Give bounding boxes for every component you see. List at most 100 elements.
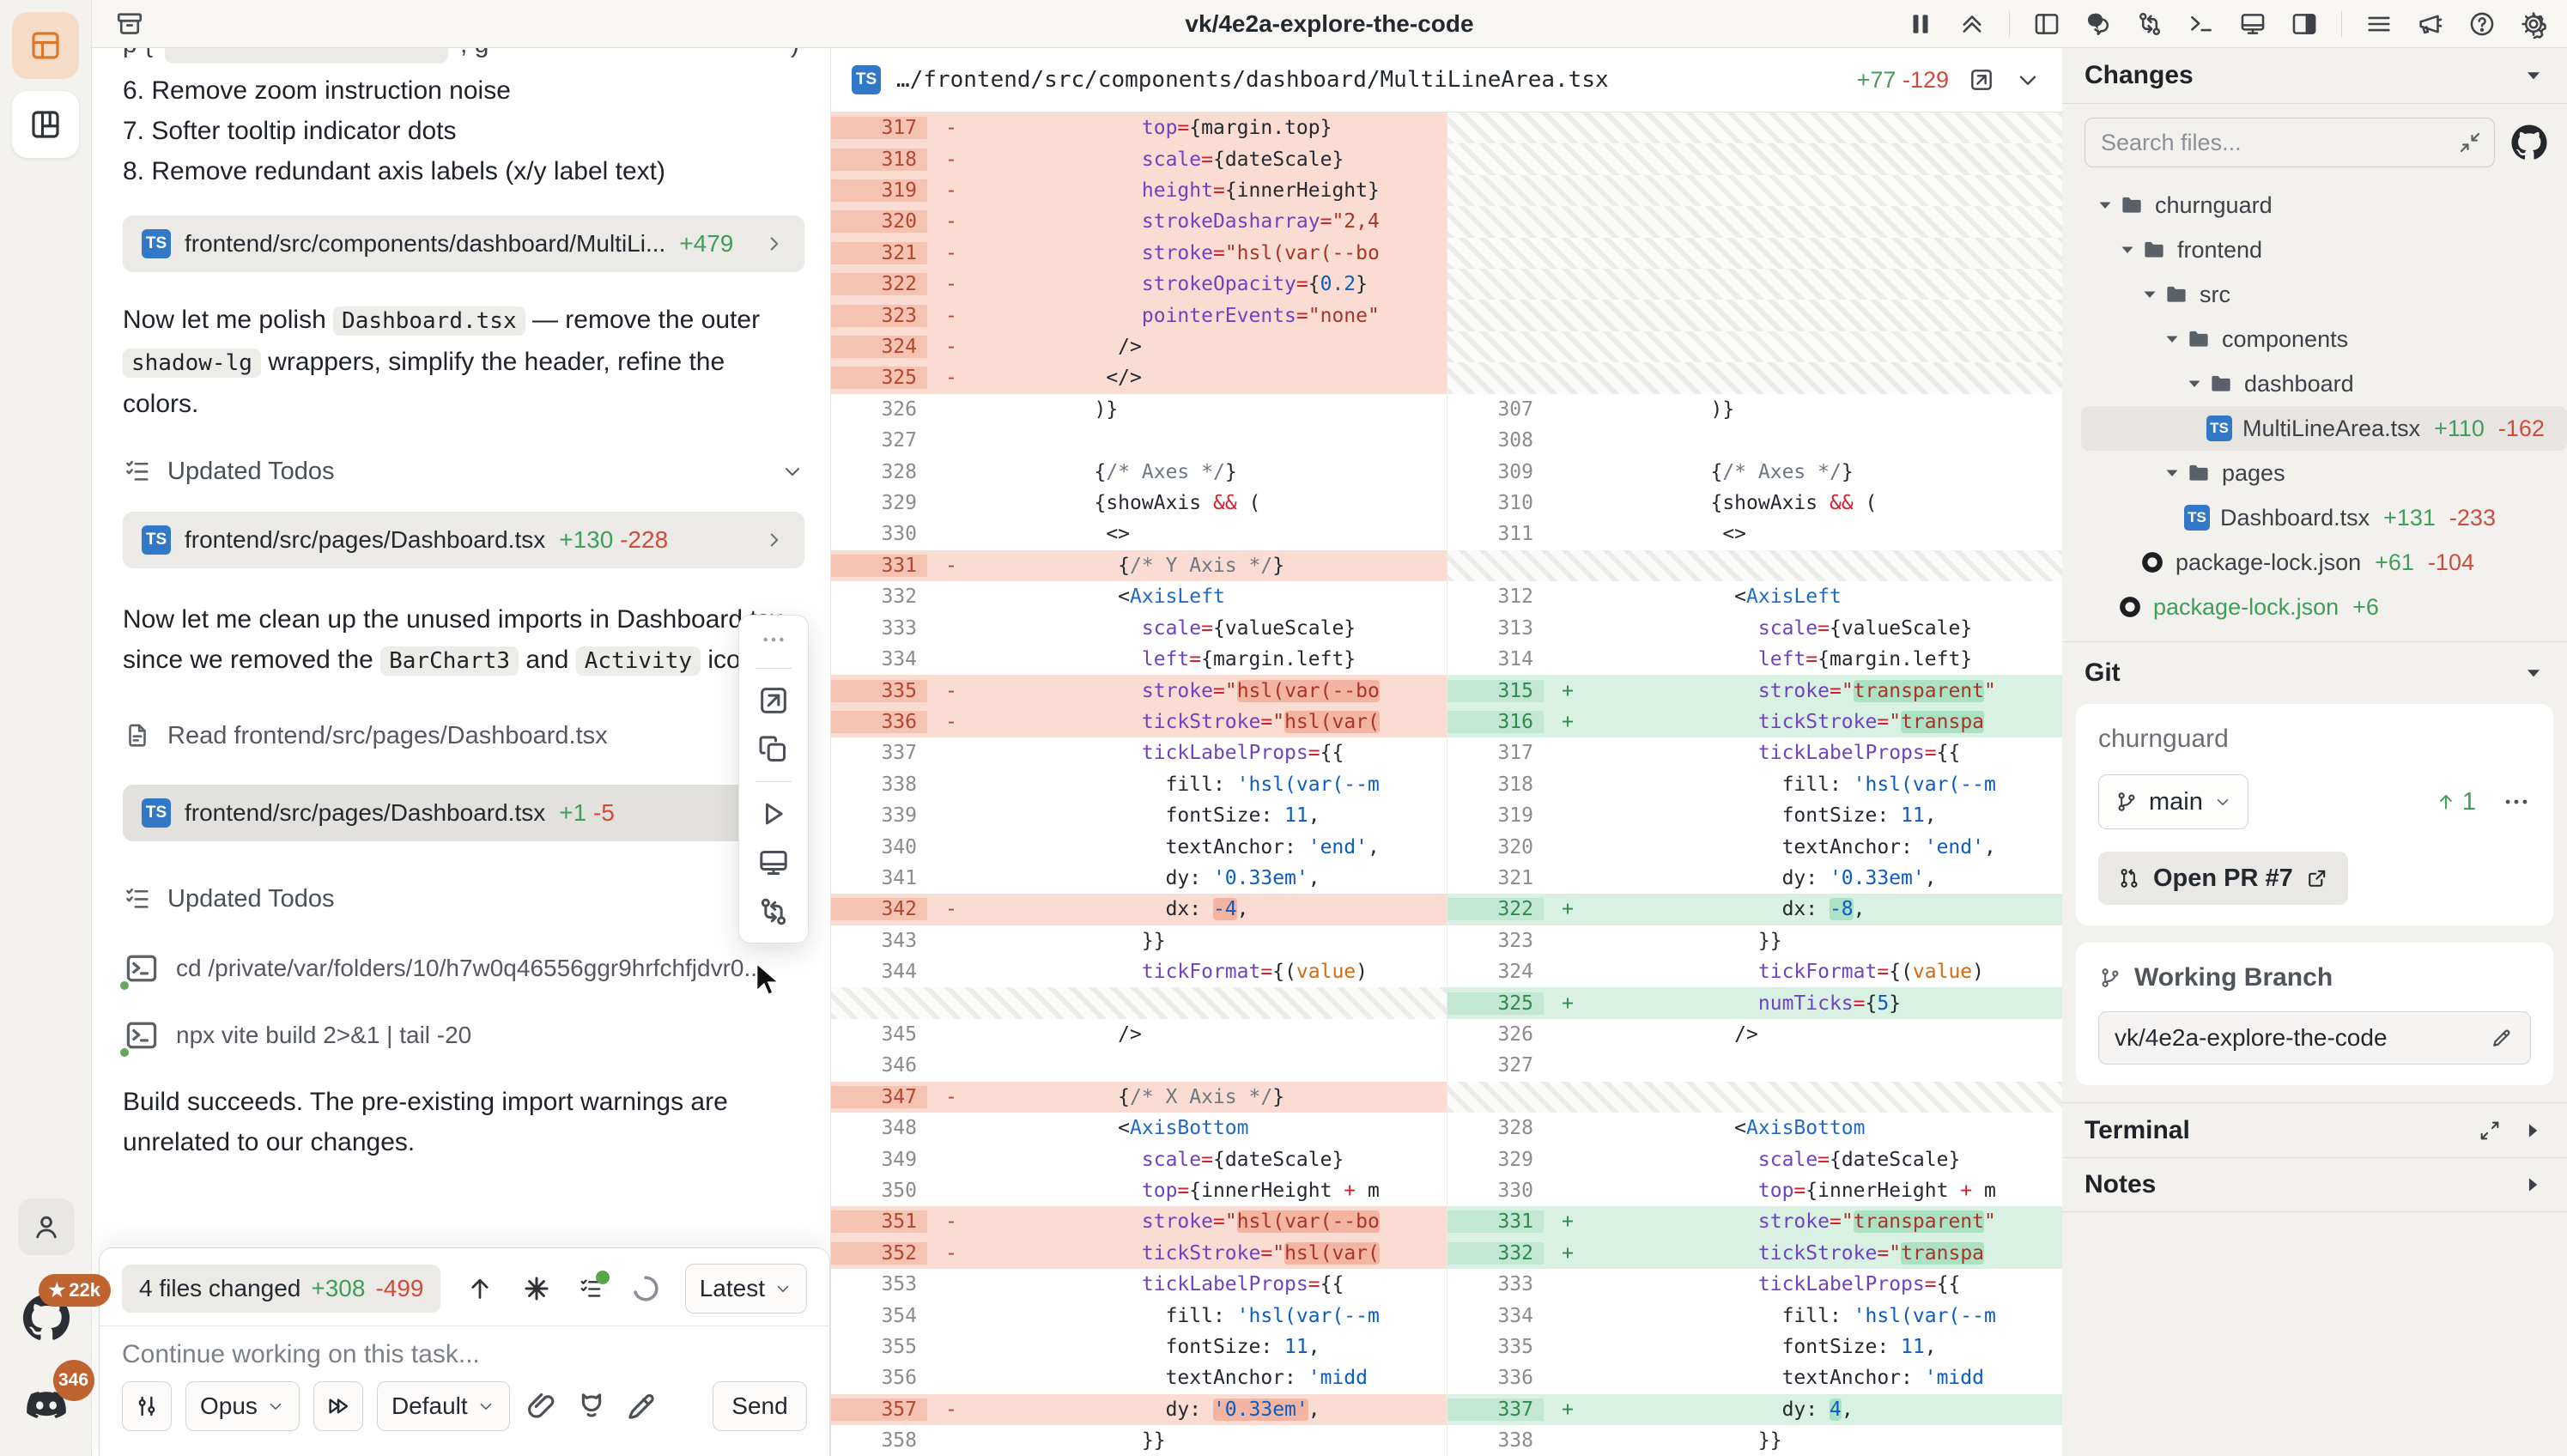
archive-icon[interactable]	[114, 9, 145, 39]
code-line: }}	[1592, 1425, 2062, 1456]
diff-left-cell: 326 )}	[831, 394, 1447, 425]
pen-icon[interactable]	[623, 1388, 659, 1424]
rail-item-boards[interactable]	[12, 91, 79, 158]
play-icon[interactable]	[756, 797, 791, 831]
open-pr-button[interactable]: Open PR #7	[2098, 852, 2348, 905]
attach-icon[interactable]	[524, 1388, 560, 1424]
cat-icon[interactable]	[573, 1388, 610, 1424]
expand-icon[interactable]	[2478, 1119, 2502, 1143]
mode-selector[interactable]: Default	[377, 1381, 510, 1431]
code-line: height={innerHeight}	[975, 175, 1447, 206]
caret-down-icon[interactable]	[2162, 329, 2182, 349]
toggle-right-panel-button[interactable]	[2290, 9, 2319, 39]
chevron-down-icon[interactable]	[2014, 66, 2042, 94]
tree-folder-pages[interactable]: pages	[2062, 451, 2567, 495]
github-cat-icon[interactable]	[2510, 124, 2548, 161]
tree-file-Dashboard.tsx[interactable]: TSDashboard.tsx+131-233	[2062, 495, 2567, 540]
base-branch-selector[interactable]: main	[2098, 774, 2248, 829]
tree-folder-dashboard[interactable]: dashboard	[2062, 361, 2567, 406]
drag-handle-dots-icon[interactable]	[760, 626, 787, 653]
toggle-left-panel-button[interactable]	[2032, 9, 2061, 39]
tree-folder-src[interactable]: src	[2062, 272, 2567, 317]
updated-todos-row[interactable]: Updated Todos	[123, 457, 804, 486]
line-number: 330	[831, 523, 927, 545]
split-diff-icon[interactable]	[1968, 66, 1995, 94]
github-link[interactable]: ★ 22k	[21, 1293, 71, 1343]
code-line: textAnchor: 'midd	[1592, 1362, 2062, 1393]
edit-pencil-icon[interactable]	[2489, 1025, 2515, 1051]
tree-file-package-lock.json[interactable]: package-lock.json+61-104	[2062, 540, 2567, 585]
pause-button[interactable]	[1906, 9, 1935, 39]
copy-icon[interactable]	[756, 732, 791, 767]
rail-item-workspace[interactable]	[12, 12, 79, 79]
github-stars-badge: ★ 22k	[39, 1274, 111, 1307]
todo-list: 6. Remove zoom instruction noise7. Softe…	[123, 70, 804, 191]
model-selector[interactable]: Opus	[185, 1381, 300, 1431]
diff-right-cell: 325+ numTicks={5}	[1447, 987, 2062, 1018]
monitor-icon[interactable]	[756, 846, 791, 880]
scroll-to-top-icon[interactable]	[464, 1273, 495, 1304]
tree-file-MultiLineArea.tsx[interactable]: TSMultiLineArea.tsx+110-162	[2081, 406, 2567, 451]
caret-down-icon[interactable]	[2095, 195, 2115, 215]
line-number: 344	[831, 961, 927, 983]
preview-button[interactable]	[2238, 9, 2267, 39]
diff-marker: +	[1544, 711, 1592, 733]
folder-icon	[2163, 282, 2189, 307]
tree-file-package-lock.json[interactable]: package-lock.json+6	[2062, 585, 2567, 629]
tree-folder-frontend[interactable]: frontend	[2062, 228, 2567, 272]
file-diff-chip[interactable]: TS frontend/src/components/dashboard/Mul…	[123, 215, 804, 272]
diff-rows[interactable]: 317- top={margin.top}318- scale={dateSca…	[831, 112, 2062, 1456]
send-button[interactable]: Send	[713, 1381, 807, 1431]
settings-gear-icon[interactable]	[2519, 9, 2548, 39]
discord-link[interactable]: 346	[22, 1382, 70, 1430]
diff-left-cell: 352- tickStroke="hsl(var(	[831, 1238, 1447, 1269]
tree-folder-churnguard[interactable]: churnguard	[2062, 183, 2567, 228]
caret-down-icon[interactable]	[2184, 373, 2205, 394]
diff-gap-hatch	[1447, 300, 2062, 331]
diff-right-cell: 335 fontSize: 11,	[1447, 1332, 2062, 1362]
tree-folder-components[interactable]: components	[2062, 317, 2567, 361]
asterisk-icon[interactable]	[521, 1273, 552, 1304]
terminal-command-row[interactable]: npx vite build 2>&1 | tail -20	[123, 1016, 804, 1054]
diff-left-cell: 350 top={innerHeight + m	[831, 1175, 1447, 1206]
caret-down-icon[interactable]	[2162, 463, 2182, 483]
checklist-icon	[123, 457, 152, 486]
collapse-tree-icon[interactable]	[2457, 130, 2483, 155]
model-label: Opus	[200, 1392, 258, 1420]
search-input[interactable]	[2085, 118, 2495, 167]
terminal-button[interactable]	[2187, 9, 2216, 39]
version-selector[interactable]: Latest	[685, 1264, 807, 1313]
caret-down-icon[interactable]	[2139, 284, 2160, 305]
updated-todos-row[interactable]: Updated Todos	[123, 884, 804, 913]
file-diff-chip-selected[interactable]: TS frontend/src/pages/Dashboard.tsx +1 -…	[123, 785, 804, 841]
terminal-command-row[interactable]: cd /private/var/folders/10/h7w0q46556ggr…	[123, 949, 804, 987]
menu-icon[interactable]	[2364, 9, 2394, 39]
help-icon[interactable]	[2467, 9, 2497, 39]
file-diff-chip[interactable]: TS frontend/src/pages/Dashboard.tsx +130…	[123, 512, 804, 568]
message-input[interactable]	[122, 1340, 807, 1369]
git-compare-button[interactable]	[2135, 9, 2164, 39]
notes-section-header[interactable]: Notes	[2062, 1157, 2567, 1212]
diff-row: 342- dx: -4,322+ dx: -8,	[831, 894, 2062, 925]
working-branch-field[interactable]: vk/4e2a-explore-the-code	[2098, 1011, 2531, 1065]
git-more-menu[interactable]	[2502, 787, 2531, 816]
terminal-section-header[interactable]: Terminal	[2062, 1102, 2567, 1157]
chat-bubbles-button[interactable]	[2084, 9, 2113, 39]
collapse-all-button[interactable]	[1957, 9, 1987, 39]
diff-left-cell: 328 {/* Axes */}	[831, 456, 1447, 487]
diff-row: 353 tickLabelProps={{333 tickLabelProps=…	[831, 1269, 2062, 1300]
megaphone-icon[interactable]	[2416, 9, 2445, 39]
fast-forward-button[interactable]	[313, 1381, 363, 1431]
read-file-row[interactable]: Read frontend/src/pages/Dashboard.tsx	[123, 721, 804, 750]
changes-section-header[interactable]: Changes	[2062, 48, 2567, 103]
typescript-file-icon: TS	[2184, 505, 2210, 531]
git-compare-icon[interactable]	[756, 895, 791, 929]
composer-settings-button[interactable]	[122, 1381, 172, 1431]
diff-row: 341 dy: '0.33em',321 dy: '0.33em',	[831, 863, 2062, 894]
git-section-header[interactable]: Git	[2062, 647, 2567, 699]
caret-down-icon[interactable]	[2117, 240, 2138, 260]
split-diff-icon[interactable]	[756, 683, 791, 718]
files-changed-chip[interactable]: 4 files changed +308 -499	[122, 1265, 440, 1313]
line-number: 349	[831, 1149, 927, 1171]
account-button[interactable]	[18, 1198, 75, 1255]
